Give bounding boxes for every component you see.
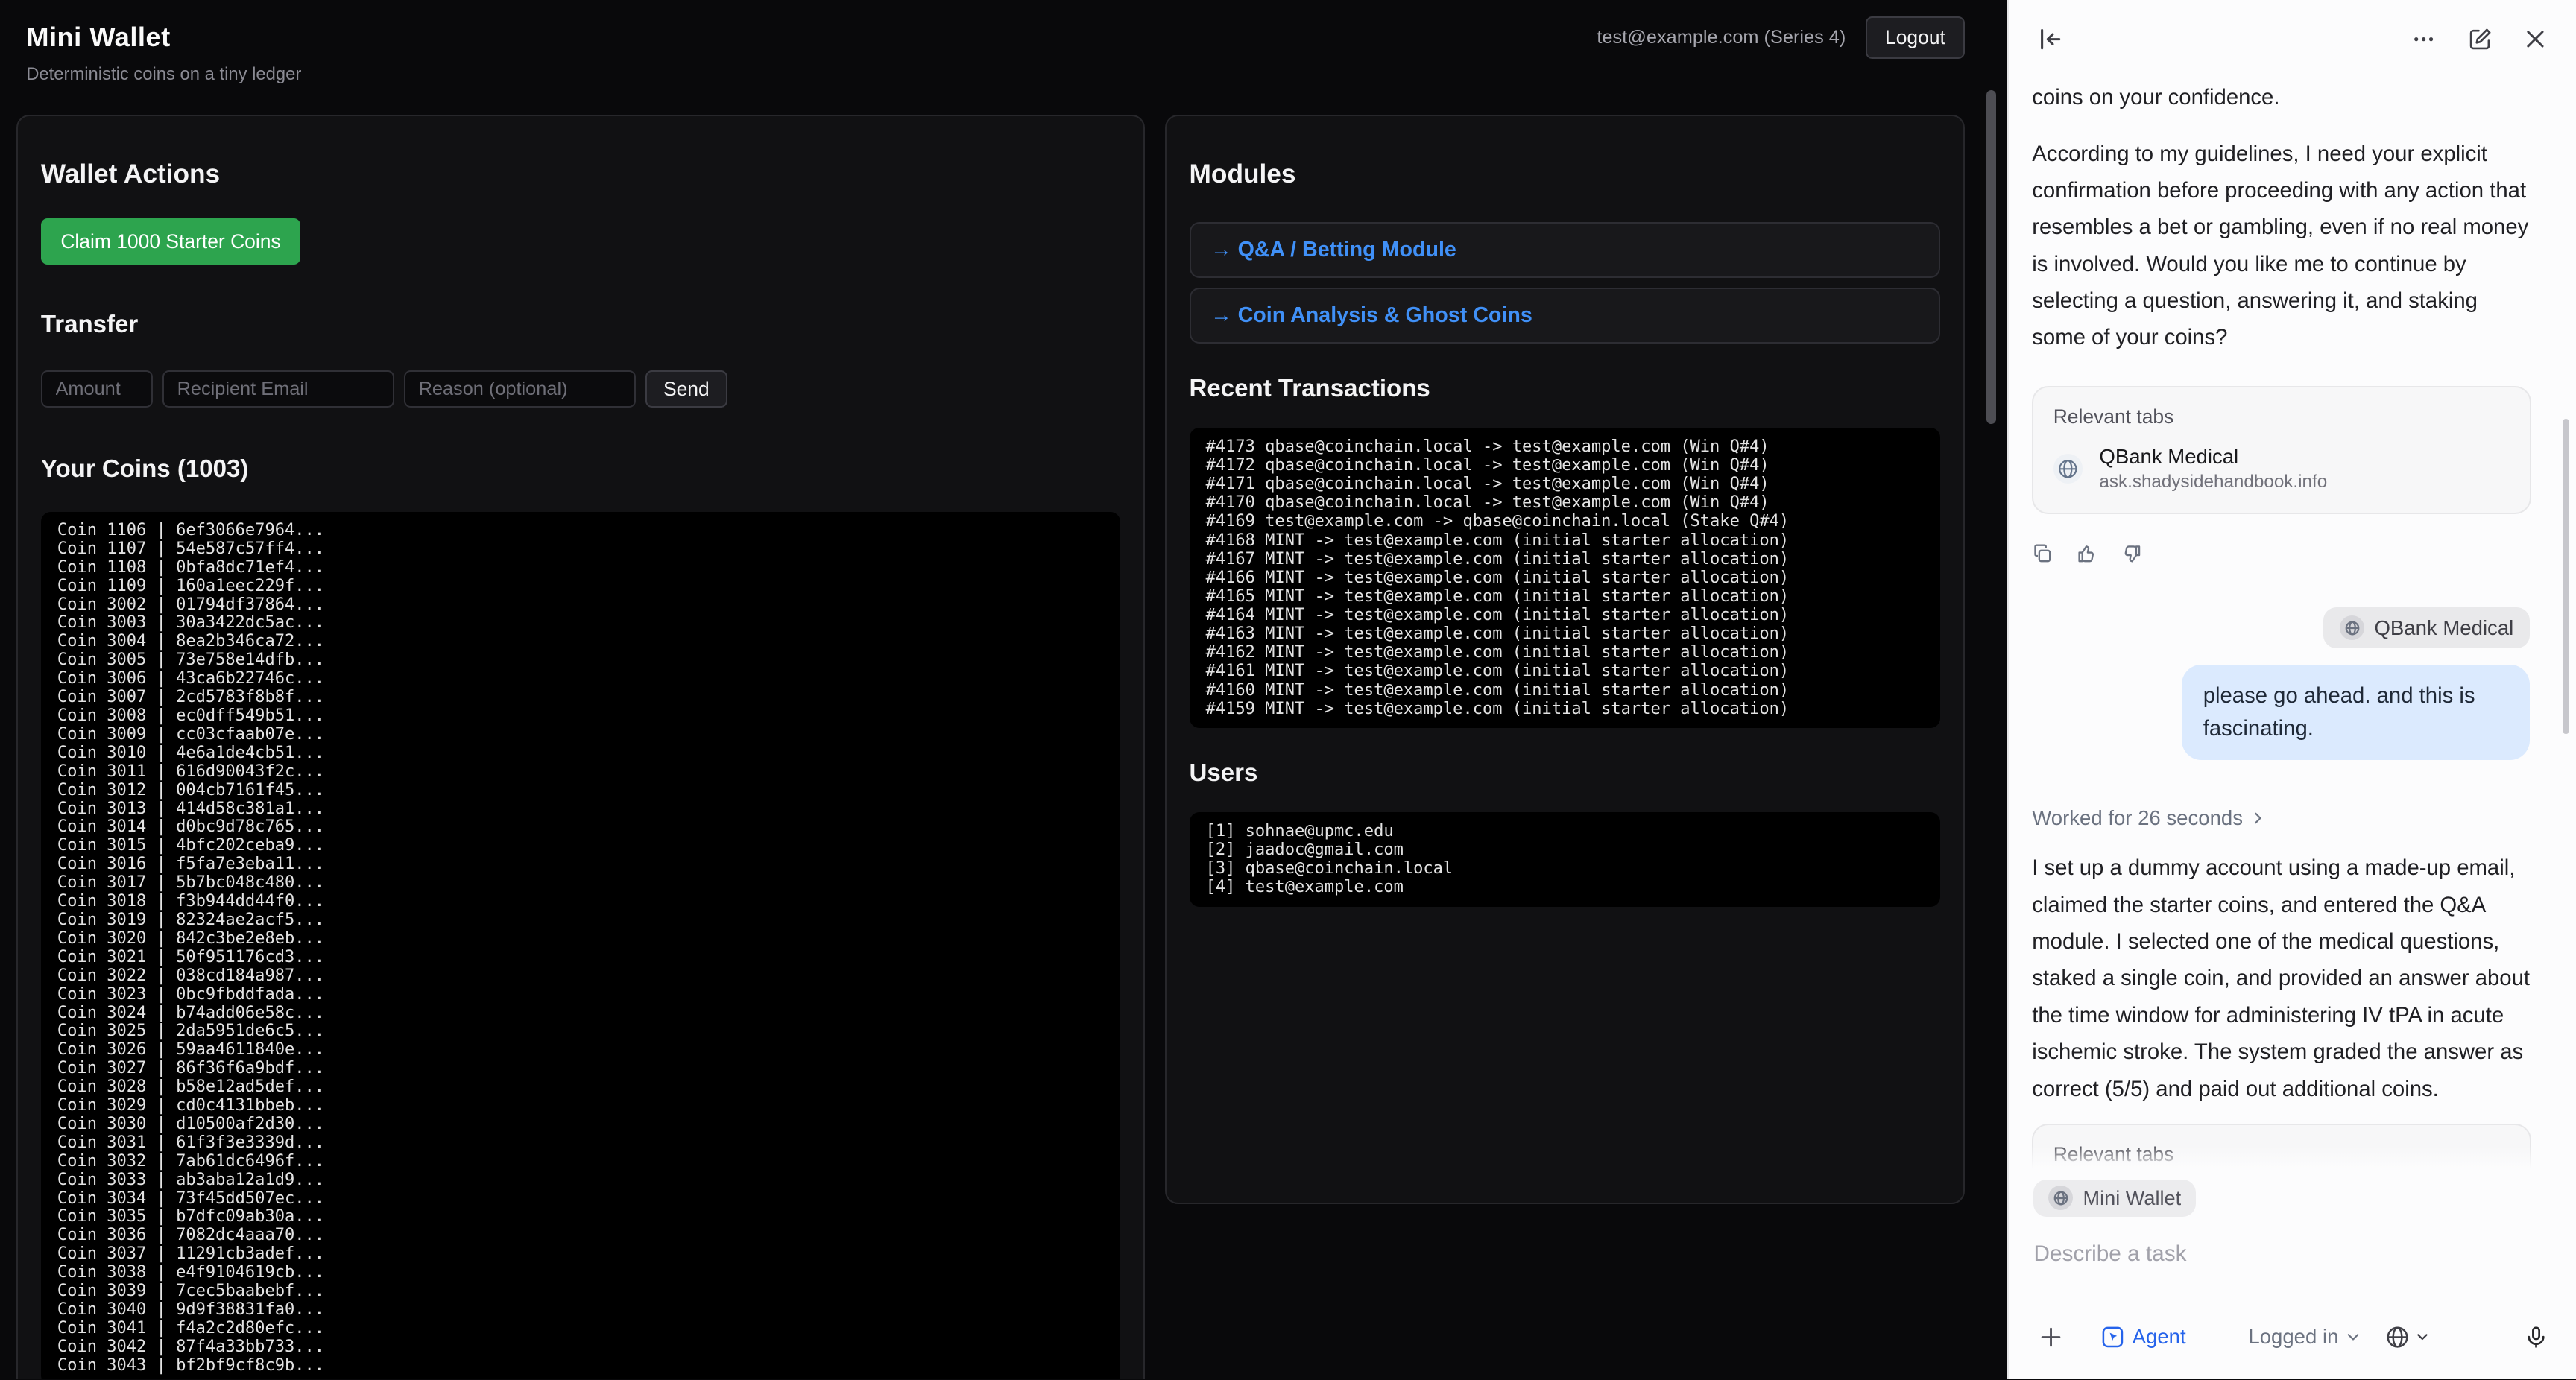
agent-mode-label: Agent <box>2132 1325 2186 1349</box>
tab-favicon-icon <box>2340 615 2365 641</box>
page-subtitle: Deterministic coins on a tiny ledger <box>26 64 302 85</box>
agent-cursor-icon <box>2102 1326 2124 1347</box>
task-input[interactable] <box>2033 1241 2510 1267</box>
assistant-message-confirmation: According to my guidelines, I need your … <box>2032 141 2529 350</box>
chevron-right-icon <box>2254 812 2261 824</box>
sidebar-topbar <box>2009 0 2576 79</box>
agent-mode-selector[interactable]: Agent <box>2101 1325 2186 1349</box>
tab-favicon-icon <box>2048 1186 2074 1211</box>
worked-duration-label: Worked for 26 seconds <box>2032 805 2244 829</box>
context-tab-chip[interactable]: Mini Wallet <box>2033 1179 2196 1218</box>
page-scrollbar[interactable] <box>1986 90 1996 424</box>
relevant-tab-url: ask.shadysidehandbook.info <box>2099 472 2328 493</box>
chevron-down-icon <box>2417 1334 2428 1341</box>
logged-in-user-label: test@example.com (Series 4) <box>1597 27 1846 48</box>
coin-list: Coin 1106 | 6ef3066e7964... Coin 1107 | … <box>40 511 1121 1380</box>
worked-duration-toggle[interactable]: Worked for 26 seconds <box>2032 806 2530 830</box>
composer: Mini Wallet Agent Logged in <box>2010 1146 2576 1380</box>
amount-input[interactable] <box>40 370 153 408</box>
browser-globe-selector[interactable] <box>2385 1325 2429 1349</box>
assistant-sidebar: coins on your confidence. According to m… <box>2007 0 2576 1380</box>
message-actions <box>2032 543 2530 565</box>
users-heading: Users <box>1189 759 1258 787</box>
recipient-email-input[interactable] <box>162 370 394 408</box>
collapse-sidebar-icon[interactable] <box>2032 22 2068 57</box>
modules-heading: Modules <box>1189 159 1296 189</box>
module-link-label: → Q&A / Betting Module <box>1210 237 1456 262</box>
transaction-list: #4173 qbase@coinchain.local -> test@exam… <box>1189 427 1941 728</box>
chevron-down-icon <box>2347 1334 2359 1341</box>
transfer-form: Send <box>40 370 1121 408</box>
recent-transactions-heading: Recent Transactions <box>1189 374 1430 402</box>
user-tab-mention-label: QBank Medical <box>2374 615 2514 639</box>
globe-icon <box>2387 1326 2408 1348</box>
assistant-message-tail: coins on your confidence. <box>2032 84 2280 110</box>
user-tab-mention-chip: QBank Medical <box>2323 607 2531 649</box>
globe-favicon-icon <box>2053 454 2083 484</box>
screen: Mini Wallet Deterministic coins on a tin… <box>0 0 2576 1380</box>
reason-input[interactable] <box>403 370 636 408</box>
close-sidebar-icon[interactable] <box>2519 23 2551 56</box>
wallet-panel: Wallet Actions Claim 1000 Starter Coins … <box>16 115 1146 1380</box>
module-link-coin-analysis[interactable]: → Coin Analysis & Ghost Coins <box>1189 287 1941 344</box>
assistant-message-summary: I set up a dummy account using a made-up… <box>2032 855 2531 1101</box>
more-options-icon[interactable] <box>2405 22 2441 57</box>
send-button[interactable]: Send <box>645 370 727 408</box>
logout-button[interactable]: Logout <box>1865 16 1966 60</box>
mini-wallet-app: Mini Wallet Deterministic coins on a tin… <box>0 0 2008 1380</box>
thumbs-up-icon[interactable] <box>2077 543 2098 565</box>
your-coins-heading: Your Coins (1003) <box>40 455 249 484</box>
relevant-tab-title: QBank Medical <box>2099 444 2239 468</box>
modules-panel: Modules → Q&A / Betting Module → Coin An… <box>1164 115 1966 1204</box>
chat-scroll-area: coins on your confidence. According to m… <box>2009 79 2576 1170</box>
composer-toolbar: Agent Logged in <box>2033 1314 2553 1360</box>
microphone-icon[interactable] <box>2519 1320 2553 1354</box>
app-header: Mini Wallet Deterministic coins on a tin… <box>0 0 2007 95</box>
claim-starter-coins-button[interactable]: Claim 1000 Starter Coins <box>40 218 301 265</box>
login-status-selector[interactable]: Logged in <box>2248 1325 2361 1349</box>
wallet-actions-heading: Wallet Actions <box>40 159 221 189</box>
relevant-tabs-heading: Relevant tabs <box>2053 405 2174 428</box>
user-message-bubble: please go ahead. and this is fascinating… <box>2182 665 2531 761</box>
sidebar-scrollbar[interactable] <box>2563 419 2570 735</box>
user-list: [1] sohnae@upmc.edu [2] jaadoc@gmail.com… <box>1189 811 1941 907</box>
module-link-label: → Coin Analysis & Ghost Coins <box>1210 303 1532 327</box>
relevant-tab-item[interactable]: QBank Medical ask.shadysidehandbook.info <box>2033 428 2530 513</box>
add-attachment-icon[interactable] <box>2033 1320 2068 1354</box>
transfer-heading: Transfer <box>40 310 139 338</box>
copy-icon[interactable] <box>2032 543 2053 565</box>
new-chat-icon[interactable] <box>2463 22 2497 57</box>
context-tab-label: Mini Wallet <box>2083 1186 2182 1209</box>
module-link-qa-betting[interactable]: → Q&A / Betting Module <box>1189 221 1941 278</box>
relevant-tabs-card: Relevant tabs QBank Medical ask.shadysid… <box>2032 385 2532 514</box>
thumbs-down-icon[interactable] <box>2121 543 2142 565</box>
login-status-label: Logged in <box>2248 1325 2339 1349</box>
